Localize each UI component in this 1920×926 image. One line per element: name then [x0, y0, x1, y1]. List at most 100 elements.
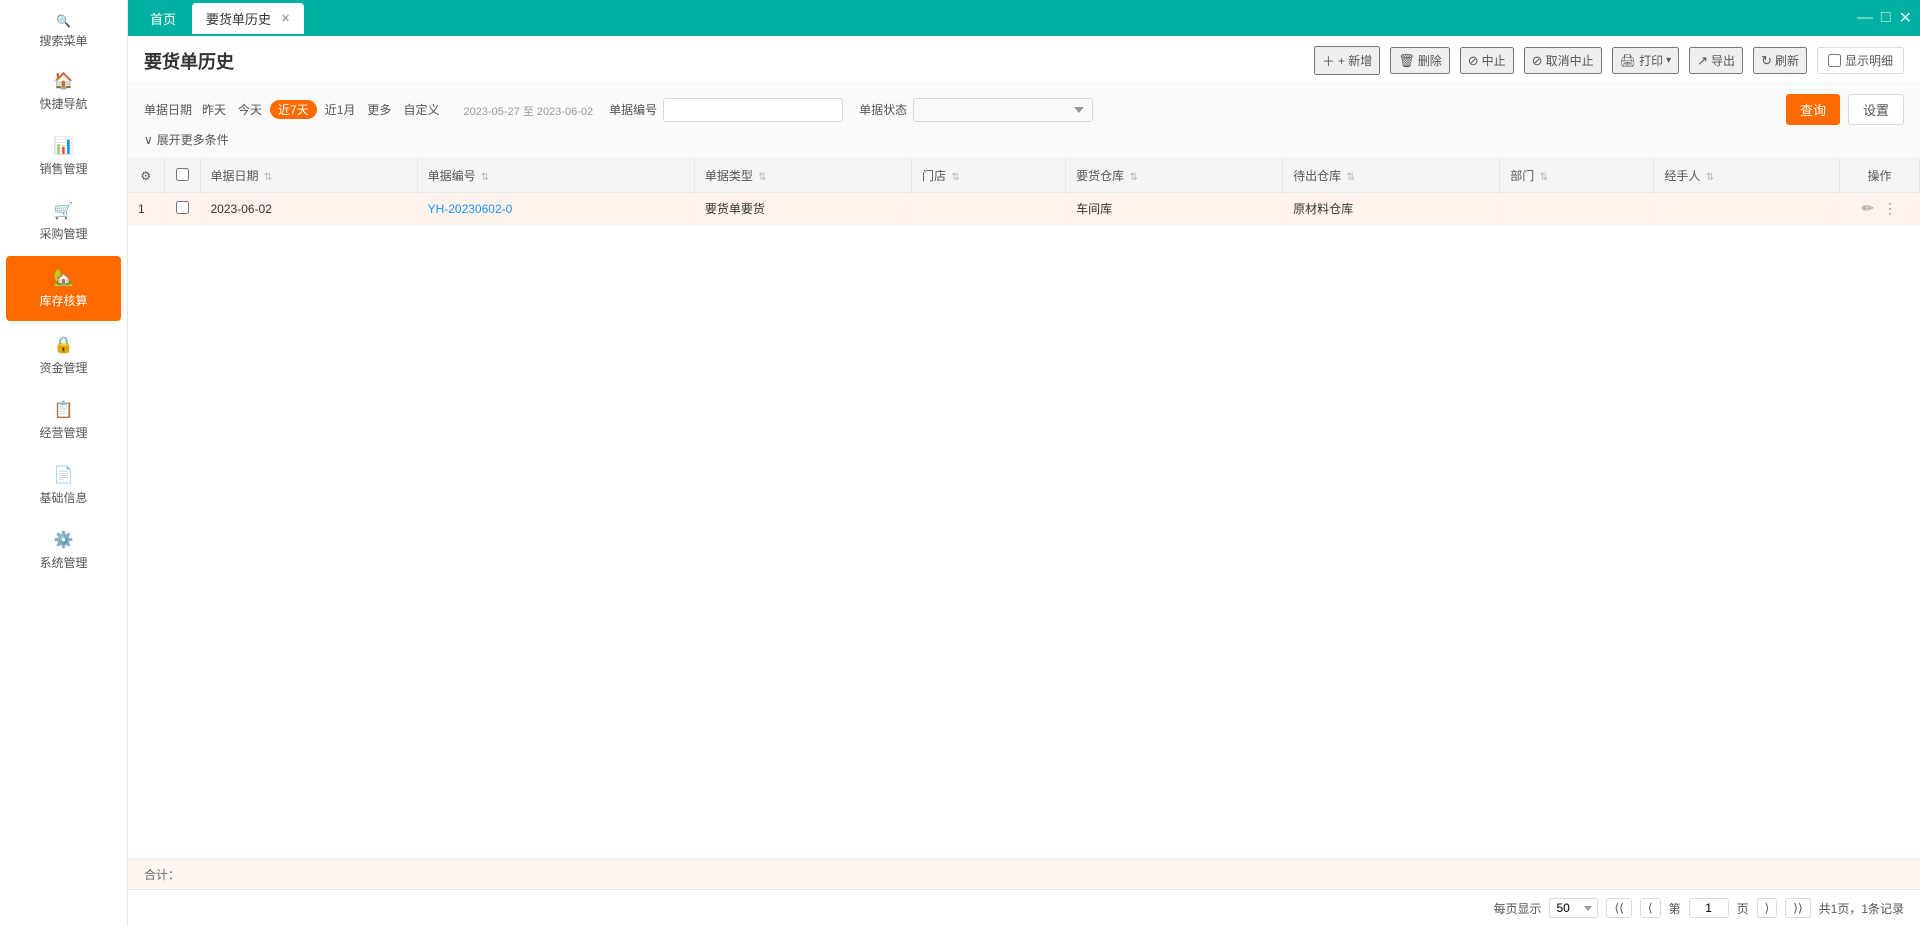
settings-button[interactable]: 设置: [1848, 94, 1904, 125]
th-checkbox[interactable]: [164, 159, 200, 193]
sidebar-item-sales[interactable]: 📊 销售管理: [0, 124, 127, 189]
th-actions: 操作: [1840, 159, 1920, 193]
search-button[interactable]: 查询: [1786, 94, 1840, 125]
th-req-warehouse[interactable]: 要货仓库 ⇅: [1066, 159, 1283, 193]
sidebar-item-label: 快捷导航: [39, 95, 87, 112]
cell-checkbox[interactable]: [164, 193, 200, 225]
display-detail-label: 显示明细: [1845, 52, 1893, 69]
sidebar-item-operation[interactable]: 📋 经营管理: [0, 388, 127, 453]
row-checkbox[interactable]: [176, 201, 189, 214]
data-table: ⚙ 单据日期 ⇅ 单据编号 ⇅ 单据类型: [128, 159, 1920, 225]
cell-store: [911, 193, 1065, 225]
tab-bar-right: — □ ✕: [1857, 8, 1912, 28]
sales-icon: 📊: [54, 136, 74, 156]
select-all-checkbox[interactable]: [176, 168, 189, 181]
sidebar-item-label: 资金管理: [39, 359, 87, 376]
tab-home[interactable]: 首页: [136, 3, 190, 34]
last-page-button[interactable]: ⟩⟩: [1785, 898, 1810, 918]
display-detail-button[interactable]: 显示明细: [1817, 47, 1904, 74]
tab-close-icon[interactable]: ✕: [281, 12, 290, 25]
expand-filter[interactable]: ∨ 展开更多条件: [144, 131, 1904, 148]
first-page-button[interactable]: ⟨⟨: [1606, 898, 1631, 918]
status-select[interactable]: [913, 98, 1093, 122]
th-settings[interactable]: ⚙: [128, 159, 164, 193]
pagination-bar: 每页显示 50 20 100 200 ⟨⟨ ⟨ 第 页 ⟩ ⟩⟩ 共1页，1条记…: [128, 889, 1920, 926]
order-no-filter: 单据编号: [609, 98, 843, 122]
sidebar-item-label: 搜索菜单: [39, 32, 87, 49]
page-size-select[interactable]: 50 20 100 200: [1549, 898, 1598, 918]
date-range-text: 2023-05-27 至 2023-06-02: [463, 103, 593, 119]
inventory-icon: 🏡: [54, 268, 74, 288]
sidebar-item-basic[interactable]: 📄 基础信息: [0, 453, 127, 518]
date-shortcut-1month[interactable]: 近1月: [321, 100, 360, 119]
order-no-link[interactable]: YH-20230602-0: [428, 202, 513, 216]
sort-icon: ⇅: [1540, 172, 1548, 183]
table-footer: 合计：: [128, 859, 1920, 889]
page-input[interactable]: [1689, 898, 1729, 918]
tab-home-label: 首页: [150, 9, 176, 28]
sidebar-item-label: 系统管理: [39, 554, 87, 571]
export-icon: ↗: [1697, 53, 1708, 69]
order-no-input[interactable]: [663, 98, 843, 122]
th-date[interactable]: 单据日期 ⇅: [200, 159, 417, 193]
refresh-button[interactable]: ↻ 刷新: [1753, 47, 1807, 74]
sidebar-item-finance[interactable]: 🔒 资金管理: [0, 323, 127, 388]
table-body: 1 2023-06-02 YH-20230602-0 要货单要货 车间库 原材料…: [128, 193, 1920, 225]
refresh-icon: ↻: [1761, 53, 1772, 69]
total-label: 合计：: [144, 868, 180, 882]
prev-page-button[interactable]: ⟨: [1640, 898, 1661, 918]
chevron-down-icon: ∨: [144, 133, 153, 147]
sidebar-item-label: 采购管理: [39, 225, 87, 242]
window-restore-icon[interactable]: □: [1881, 9, 1891, 27]
sidebar: 🔍 搜索菜单 🏠 快捷导航 📊 销售管理 🛒 采购管理 🏡 库存核算 🔒 资金管…: [0, 0, 128, 926]
delete-icon: 🗑: [1398, 53, 1415, 69]
th-store[interactable]: 门店 ⇅: [911, 159, 1065, 193]
sort-icon: ⇅: [264, 172, 272, 183]
th-handler-label: 经手人: [1664, 169, 1700, 183]
date-shortcut-7days[interactable]: 近7天: [270, 100, 317, 119]
cell-handler: [1654, 193, 1840, 225]
cell-order-no[interactable]: YH-20230602-0: [417, 193, 694, 225]
date-shortcut-today[interactable]: 今天: [234, 100, 266, 119]
date-shortcut-yesterday[interactable]: 昨天: [198, 100, 230, 119]
more-icon[interactable]: ⋮: [1883, 200, 1897, 216]
th-handler[interactable]: 经手人 ⇅: [1654, 159, 1840, 193]
page-label-after: 页: [1737, 900, 1749, 917]
window-minimize-icon[interactable]: —: [1857, 9, 1873, 27]
stop-icon: ⊘: [1468, 53, 1479, 69]
tab-requisition-history[interactable]: 要货单历史 ✕: [192, 3, 304, 34]
edit-icon[interactable]: ✏: [1862, 200, 1874, 216]
sort-icon: ⇅: [1706, 172, 1714, 183]
sidebar-item-inventory[interactable]: 🏡 库存核算: [6, 256, 121, 321]
sidebar-item-search-menu[interactable]: 🔍 搜索菜单: [0, 0, 127, 59]
filter-area: 单据日期 昨天 今天 近7天 近1月 更多 自定义 2023-05-27 至 2…: [128, 84, 1920, 159]
date-shortcut-more[interactable]: 更多: [363, 100, 395, 119]
th-order-type-label: 单据类型: [705, 169, 753, 183]
cell-pending-warehouse: 原材料仓库: [1283, 193, 1500, 225]
new-button[interactable]: ＋ + 新增: [1314, 46, 1380, 75]
th-order-no[interactable]: 单据编号 ⇅: [417, 159, 694, 193]
sidebar-item-system[interactable]: ⚙️ 系统管理: [0, 518, 127, 583]
cell-order-type: 要货单要货: [694, 193, 911, 225]
th-order-type[interactable]: 单据类型 ⇅: [694, 159, 911, 193]
display-detail-checkbox[interactable]: [1828, 54, 1841, 67]
sidebar-item-quick-nav[interactable]: 🏠 快捷导航: [0, 59, 127, 124]
window-close-icon[interactable]: ✕: [1899, 8, 1912, 28]
status-filter: 单据状态: [859, 98, 1093, 122]
cancel-stop-button[interactable]: ⊘ 取消中止: [1524, 47, 1602, 74]
next-page-button[interactable]: ⟩: [1757, 898, 1778, 918]
sidebar-item-purchase[interactable]: 🛒 采购管理: [0, 189, 127, 254]
delete-button[interactable]: 🗑 删除: [1390, 47, 1450, 74]
sort-icon: ⇅: [1347, 172, 1355, 183]
operation-icon: 📋: [54, 400, 74, 420]
cell-index: 1: [128, 193, 164, 225]
stop-button[interactable]: ⊘ 中止: [1460, 47, 1514, 74]
filter-buttons: 查询 设置: [1786, 94, 1904, 125]
print-button[interactable]: 🖨 打印 ▾: [1612, 47, 1680, 74]
export-button[interactable]: ↗ 导出: [1689, 47, 1743, 74]
print-dropdown-icon: ▾: [1666, 55, 1671, 66]
th-department[interactable]: 部门 ⇅: [1500, 159, 1654, 193]
date-shortcut-custom[interactable]: 自定义: [399, 100, 443, 119]
basic-icon: 📄: [54, 465, 74, 485]
th-pending-warehouse[interactable]: 待出仓库 ⇅: [1283, 159, 1500, 193]
